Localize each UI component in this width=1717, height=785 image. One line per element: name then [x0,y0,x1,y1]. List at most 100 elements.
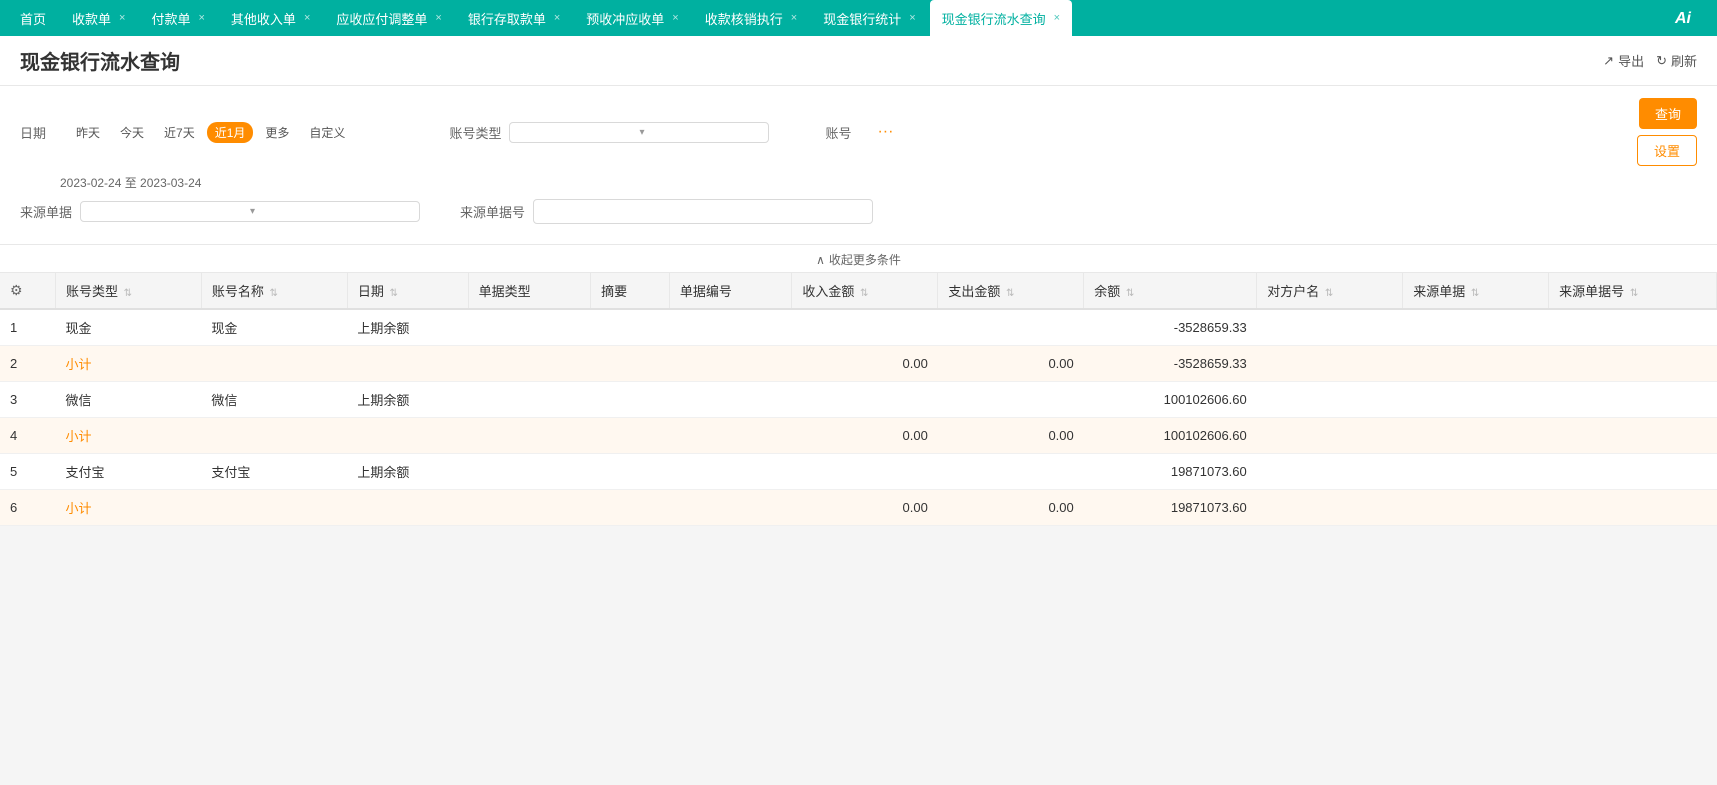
col-source-doc-no[interactable]: 来源单据号 ⇅ [1549,273,1717,309]
export-button[interactable]: ↗ 导出 [1603,51,1644,70]
source-doc-no-input[interactable] [533,199,873,224]
col-summary[interactable]: 摘要 [591,273,670,309]
cell-source-doc-no [1549,309,1717,346]
date-opt-more[interactable]: 更多 [257,122,297,143]
cell-source-doc-no [1549,382,1717,418]
top-nav: 首页 收款单 × 付款单 × 其他收入单 × 应收应付调整单 × 银行存取款单 … [0,0,1717,36]
col-source-doc-label: 来源单据 [1413,284,1465,299]
table-body: 1现金现金上期余额-3528659.332小计0.000.00-3528659.… [0,309,1717,526]
nav-tab-home-label: 首页 [20,9,46,28]
nav-tab-payments[interactable]: 付款单 × [139,0,216,36]
table-row[interactable]: 2小计0.000.00-3528659.33 [0,346,1717,382]
nav-tab-ar-ap-adjust[interactable]: 应收应付调整单 × [324,0,453,36]
nav-tab-other-income-close[interactable]: × [304,12,310,24]
nav-tab-receipts-close[interactable]: × [119,12,125,24]
nav-tab-advance-offset-label: 预收冲应收单 [586,9,664,28]
cell-account-type: 现金 [55,309,201,346]
nav-tab-advance-offset-close[interactable]: × [672,12,678,24]
table-row[interactable]: 1现金现金上期余额-3528659.33 [0,309,1717,346]
cell-summary [591,454,670,490]
cell-account-type: 小计 [55,418,201,454]
export-label: 导出 [1618,51,1644,70]
cell-income [792,309,938,346]
cell-counterparty [1257,418,1403,454]
nav-tab-home[interactable]: 首页 [8,0,58,36]
table-header-row: ⚙ 账号类型 ⇅ 账号名称 ⇅ 日期 ⇅ 单据类型 摘要 [0,273,1717,309]
nav-tab-cash-bank-flow-label: 现金银行流水查询 [942,9,1046,28]
nav-tab-bank-deposit-close[interactable]: × [554,12,560,24]
nav-tab-cash-bank-flow[interactable]: 现金银行流水查询 × [930,0,1072,36]
cell-income: 0.00 [792,490,938,526]
cell-expense: 0.00 [938,346,1084,382]
col-balance[interactable]: 余额 ⇅ [1084,273,1257,309]
gear-icon[interactable]: ⚙ [10,282,23,298]
account-dots-button[interactable]: ··· [877,123,893,141]
cell-doc-no [669,346,791,382]
date-opt-1month[interactable]: 近1月 [207,122,254,143]
table-row[interactable]: 5支付宝支付宝上期余额19871073.60 [0,454,1717,490]
settings-button[interactable]: 设置 [1637,135,1697,166]
refresh-button[interactable]: ↻ 刷新 [1656,51,1697,70]
cell-expense [938,454,1084,490]
account-type-select[interactable]: ▾ [509,122,769,143]
account-label: 账号 [825,123,865,142]
sort-source-doc-icon: ⇅ [1471,288,1479,299]
sort-counterparty-icon: ⇅ [1325,288,1333,299]
page-title: 现金银行流水查询 [20,46,180,75]
col-source-doc[interactable]: 来源单据 ⇅ [1403,273,1549,309]
date-opt-7days[interactable]: 近7天 [156,122,203,143]
date-label: 日期 [20,123,60,142]
nav-tab-payments-close[interactable]: × [198,12,204,24]
date-filter-group: 日期 昨天 今天 近7天 近1月 更多 自定义 [20,122,353,143]
col-doc-no[interactable]: 单据编号 [669,273,791,309]
table-row[interactable]: 6小计0.000.0019871073.60 [0,490,1717,526]
cell-income [792,454,938,490]
col-balance-label: 余额 [1094,284,1120,299]
filter-row-2: 来源单据 ▾ 来源单据号 [20,199,1697,224]
ai-badge[interactable]: Ai [1665,8,1701,30]
col-gear[interactable]: ⚙ [0,273,55,309]
cell-balance: 100102606.60 [1084,382,1257,418]
cell-doc-type [468,382,590,418]
nav-tab-advance-offset[interactable]: 预收冲应收单 × [574,0,690,36]
nav-tab-cash-bank-stats[interactable]: 现金银行统计 × [811,0,927,36]
nav-tab-ar-ap-adjust-close[interactable]: × [435,12,441,24]
date-opt-custom[interactable]: 自定义 [301,122,353,143]
col-doc-type[interactable]: 单据类型 [468,273,590,309]
col-account-name[interactable]: 账号名称 ⇅ [201,273,347,309]
table-row[interactable]: 3微信微信上期余额100102606.60 [0,382,1717,418]
col-date[interactable]: 日期 ⇅ [347,273,468,309]
cell-date: 上期余额 [347,309,468,346]
nav-tab-bank-deposit-label: 银行存取款单 [468,9,546,28]
col-counterparty[interactable]: 对方户名 ⇅ [1257,273,1403,309]
col-expense[interactable]: 支出金额 ⇅ [938,273,1084,309]
nav-tab-bank-deposit[interactable]: 银行存取款单 × [456,0,572,36]
query-button[interactable]: 查询 [1639,98,1697,129]
cell-source-doc-no [1549,418,1717,454]
cell-expense: 0.00 [938,490,1084,526]
cell-income: 0.00 [792,418,938,454]
sort-account-name-icon: ⇅ [270,288,278,299]
date-range-display: 2023-02-24 至 2023-03-24 [56,174,1697,191]
collapse-bar[interactable]: ∧ 收起更多条件 [0,245,1717,273]
cell-summary [591,418,670,454]
nav-tab-receipts[interactable]: 收款单 × [60,0,137,36]
table-row[interactable]: 4小计0.000.00100102606.60 [0,418,1717,454]
cell-account-name [201,490,347,526]
source-doc-select[interactable]: ▾ [80,201,420,222]
date-opt-yesterday[interactable]: 昨天 [68,122,108,143]
col-account-type[interactable]: 账号类型 ⇅ [55,273,201,309]
nav-tab-cash-bank-flow-close[interactable]: × [1054,12,1060,24]
date-opt-today[interactable]: 今天 [112,122,152,143]
col-income[interactable]: 收入金额 ⇅ [792,273,938,309]
nav-tab-collection-exec[interactable]: 收款核销执行 × [693,0,809,36]
cell-counterparty [1257,382,1403,418]
sort-balance-icon: ⇅ [1126,288,1134,299]
nav-tab-cash-bank-stats-close[interactable]: × [909,12,915,24]
nav-tab-other-income[interactable]: 其他收入单 × [219,0,322,36]
nav-tab-collection-exec-close[interactable]: × [791,12,797,24]
page-header: 现金银行流水查询 ↗ 导出 ↻ 刷新 Ai [0,36,1717,86]
cell-doc-no [669,490,791,526]
col-doc-no-label: 单据编号 [680,284,732,299]
row-no: 3 [0,382,55,418]
